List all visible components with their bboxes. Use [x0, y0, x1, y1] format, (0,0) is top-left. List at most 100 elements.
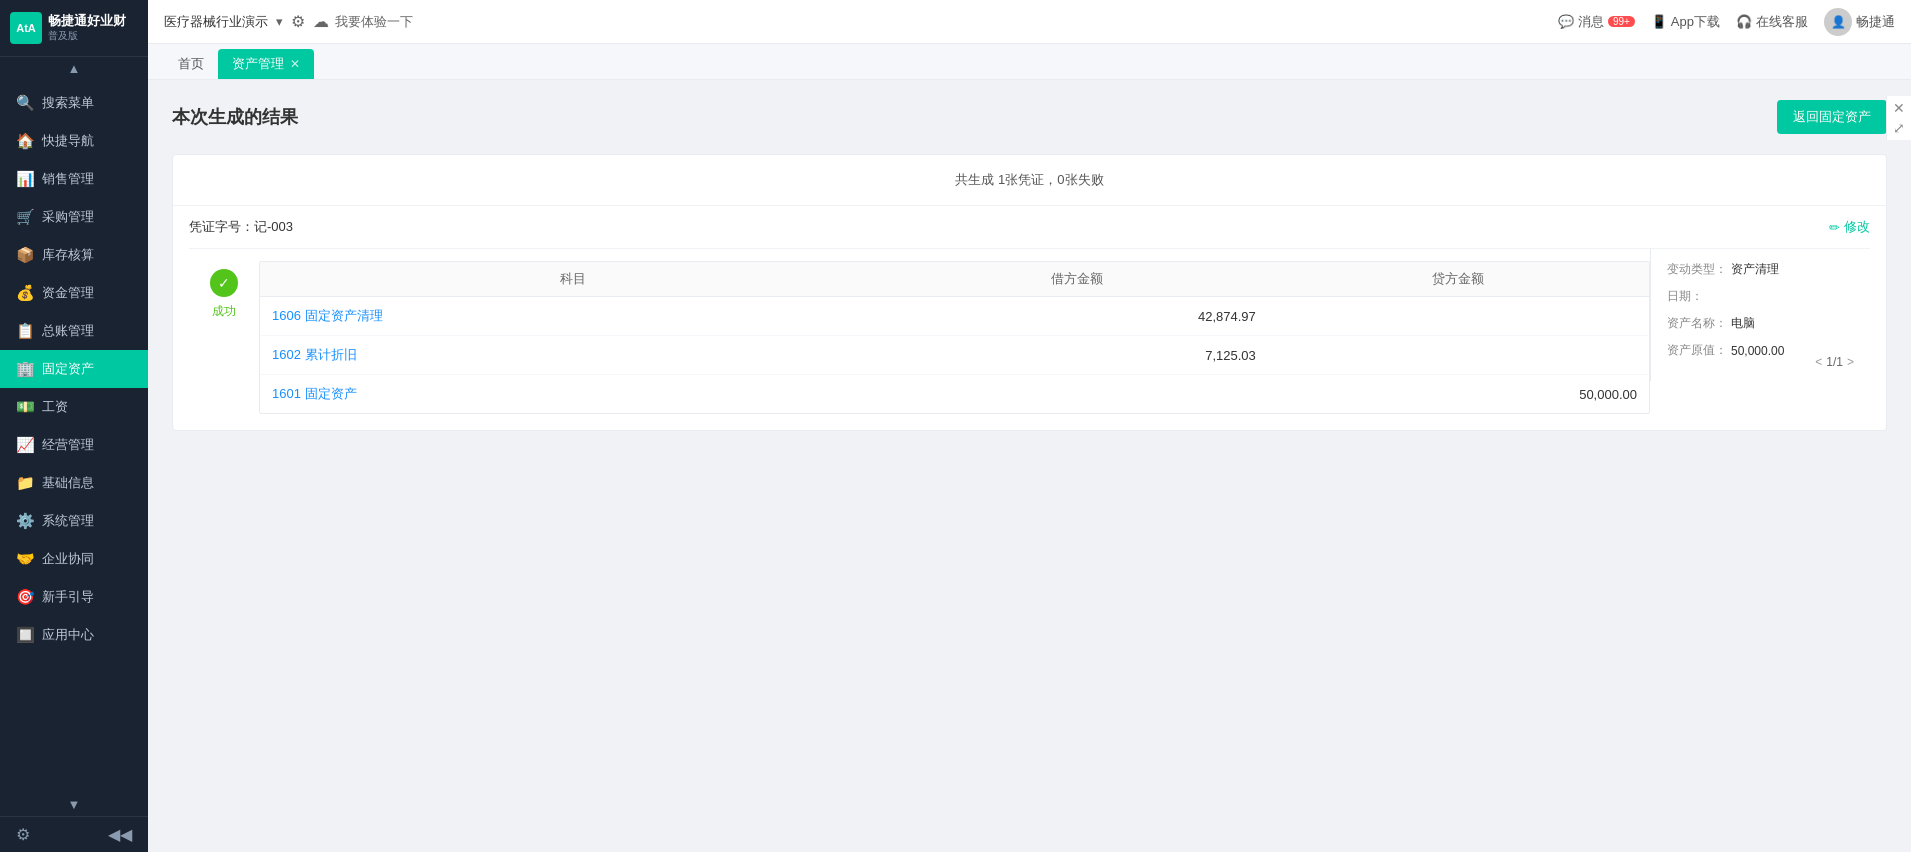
sidebar-item-operations[interactable]: 📈 经营管理 — [0, 426, 148, 464]
row2-subject: 1602 累计折旧 — [260, 336, 887, 375]
sidebar-item-fixedassets[interactable]: 🏢 固定资产 — [0, 350, 148, 388]
row1-debit: 42,874.97 — [887, 297, 1268, 336]
app-download-label: App下载 — [1671, 13, 1720, 31]
user-label: 畅捷通 — [1856, 13, 1895, 31]
sidebar-item-label: 新手引导 — [42, 588, 94, 606]
table-row: 1601 固定资产 50,000.00 — [260, 375, 1649, 414]
sidebar-scroll-up[interactable]: ▲ — [0, 57, 148, 80]
tab-close-icon[interactable]: ✕ — [290, 57, 300, 71]
close-panel-icon[interactable]: ✕ — [1893, 100, 1905, 116]
voucher-block: 凭证字号：记-003 ✏ 修改 ✓ 成功 — [173, 206, 1886, 430]
original-value-label: 资产原值： — [1667, 342, 1727, 359]
success-icon: ✓ — [210, 269, 238, 297]
sidebar-item-appcenter[interactable]: 🔲 应用中心 — [0, 616, 148, 654]
row1-subject: 1606 固定资产清理 — [260, 297, 887, 336]
sidebar-item-label: 基础信息 — [42, 474, 94, 492]
sidebar-scroll-down[interactable]: ▼ — [0, 793, 148, 816]
sidebar-logo: AtA 畅捷通好业财 普及版 — [0, 0, 148, 57]
date-label: 日期： — [1667, 288, 1723, 305]
basic-icon: 📁 — [16, 474, 34, 492]
result-panel: 共生成 1张凭证，0张失败 凭证字号：记-003 ✏ 修改 ✓ 成功 — [172, 154, 1887, 431]
search-icon: 🔍 — [16, 94, 34, 112]
sidebar-item-label: 总账管理 — [42, 322, 94, 340]
side-info-date: 日期： — [1667, 288, 1854, 305]
logo-title: 畅捷通好业财 — [48, 13, 126, 29]
tab-asset-management[interactable]: 资产管理 ✕ — [218, 49, 314, 79]
sidebar-item-cooperation[interactable]: 🤝 企业协同 — [0, 540, 148, 578]
collapse-icon[interactable]: ◀◀ — [108, 825, 132, 844]
pagination-info: 1/1 — [1826, 355, 1843, 369]
change-type-label: 变动类型： — [1667, 261, 1727, 278]
sidebar-item-funds[interactable]: 💰 资金管理 — [0, 274, 148, 312]
side-info-panel: 变动类型： 资产清理 日期： 资产名称： 电脑 资产原值： — [1650, 249, 1870, 381]
sidebar-item-ledger[interactable]: 📋 总账管理 — [0, 312, 148, 350]
row3-credit: 50,000.00 — [1268, 375, 1649, 414]
voucher-table: 科目 借方金额 贷方金额 1606 固定资产清理 42,874.97 — [260, 262, 1649, 413]
company-dropdown-icon[interactable]: ▾ — [276, 14, 283, 29]
result-summary: 共生成 1张凭证，0张失败 — [173, 155, 1886, 206]
status-label: 成功 — [212, 303, 236, 320]
guide-icon: 🎯 — [16, 588, 34, 606]
sidebar-item-label: 采购管理 — [42, 208, 94, 226]
home-icon: 🏠 — [16, 132, 34, 150]
system-icon: ⚙️ — [16, 512, 34, 530]
topbar-right: 💬 消息 99+ 📱 App下载 🎧 在线客服 👤 畅捷通 — [1558, 8, 1895, 36]
payroll-icon: 💵 — [16, 398, 34, 416]
logo-icon: AtA — [10, 12, 42, 44]
row2-credit — [1268, 336, 1649, 375]
demo-icon: ☁ — [313, 12, 329, 31]
back-to-fixedassets-button[interactable]: 返回固定资产 — [1777, 100, 1887, 134]
sidebar-item-guide[interactable]: 🎯 新手引导 — [0, 578, 148, 616]
sidebar-item-label: 库存核算 — [42, 246, 94, 264]
main-area: 医疗器械行业演示 ▾ ⚙ ☁ 我要体验一下 💬 消息 99+ 📱 App下载 🎧… — [148, 0, 1911, 852]
user-menu[interactable]: 👤 畅捷通 — [1824, 8, 1895, 36]
app-download-button[interactable]: 📱 App下载 — [1651, 13, 1720, 31]
tab-asset-management-label: 资产管理 — [232, 55, 284, 73]
table-row: 1606 固定资产清理 42,874.97 — [260, 297, 1649, 336]
customer-service-button[interactable]: 🎧 在线客服 — [1736, 13, 1808, 31]
page-content: ✕ ⤢ 本次生成的结果 返回固定资产 共生成 1张凭证，0张失败 凭证字号：记-… — [148, 80, 1911, 852]
sidebar-item-sales[interactable]: 📊 销售管理 — [0, 160, 148, 198]
pagination-prev[interactable]: < — [1815, 355, 1822, 369]
settings-gear-icon[interactable]: ⚙ — [291, 12, 305, 31]
sidebar-item-basic[interactable]: 📁 基础信息 — [0, 464, 148, 502]
demo-button[interactable]: ☁ 我要体验一下 — [313, 12, 413, 31]
sidebar-item-label: 搜索菜单 — [42, 94, 94, 112]
customer-service-icon: 🎧 — [1736, 14, 1752, 29]
sidebar-item-label: 销售管理 — [42, 170, 94, 188]
voucher-number: 凭证字号：记-003 — [189, 218, 293, 236]
notifications-label: 消息 — [1578, 13, 1604, 31]
page-header: 本次生成的结果 返回固定资产 — [172, 100, 1887, 134]
pagination-next[interactable]: > — [1847, 355, 1854, 369]
asset-name-value: 电脑 — [1731, 315, 1755, 332]
col-debit: 借方金额 — [887, 262, 1268, 297]
notifications-button[interactable]: 💬 消息 99+ — [1558, 13, 1635, 31]
sidebar-item-label: 资金管理 — [42, 284, 94, 302]
sidebar-item-search[interactable]: 🔍 搜索菜单 — [0, 84, 148, 122]
sidebar-item-payroll[interactable]: 💵 工资 — [0, 388, 148, 426]
cooperation-icon: 🤝 — [16, 550, 34, 568]
sidebar-item-label: 快捷导航 — [42, 132, 94, 150]
ledger-icon: 📋 — [16, 322, 34, 340]
sidebar-item-purchase[interactable]: 🛒 采购管理 — [0, 198, 148, 236]
settings-icon[interactable]: ⚙ — [16, 825, 30, 844]
row1-credit — [1268, 297, 1649, 336]
sidebar-item-system[interactable]: ⚙️ 系统管理 — [0, 502, 148, 540]
customer-service-label: 在线客服 — [1756, 13, 1808, 31]
topbar: 医疗器械行业演示 ▾ ⚙ ☁ 我要体验一下 💬 消息 99+ 📱 App下载 🎧… — [148, 0, 1911, 44]
col-subject: 科目 — [260, 262, 887, 297]
expand-panel-icon[interactable]: ⤢ — [1893, 120, 1905, 136]
pagination: < 1/1 > — [1815, 355, 1854, 369]
voucher-row: ✓ 成功 科目 借方金额 贷方金额 — [189, 249, 1870, 414]
voucher-edit-button[interactable]: ✏ 修改 — [1829, 218, 1870, 236]
tab-home[interactable]: 首页 — [164, 49, 218, 79]
sidebar-item-inventory[interactable]: 📦 库存核算 — [0, 236, 148, 274]
original-value-value: 50,000.00 — [1731, 344, 1784, 358]
sidebar-item-label: 应用中心 — [42, 626, 94, 644]
company-name[interactable]: 医疗器械行业演示 — [164, 13, 268, 31]
topbar-left: 医疗器械行业演示 ▾ ⚙ ☁ 我要体验一下 — [164, 12, 413, 31]
asset-name-label: 资产名称： — [1667, 315, 1727, 332]
edit-icon: ✏ — [1829, 220, 1840, 235]
sidebar-bottom: ⚙ ◀◀ — [0, 816, 148, 852]
sidebar-item-quicknav[interactable]: 🏠 快捷导航 — [0, 122, 148, 160]
